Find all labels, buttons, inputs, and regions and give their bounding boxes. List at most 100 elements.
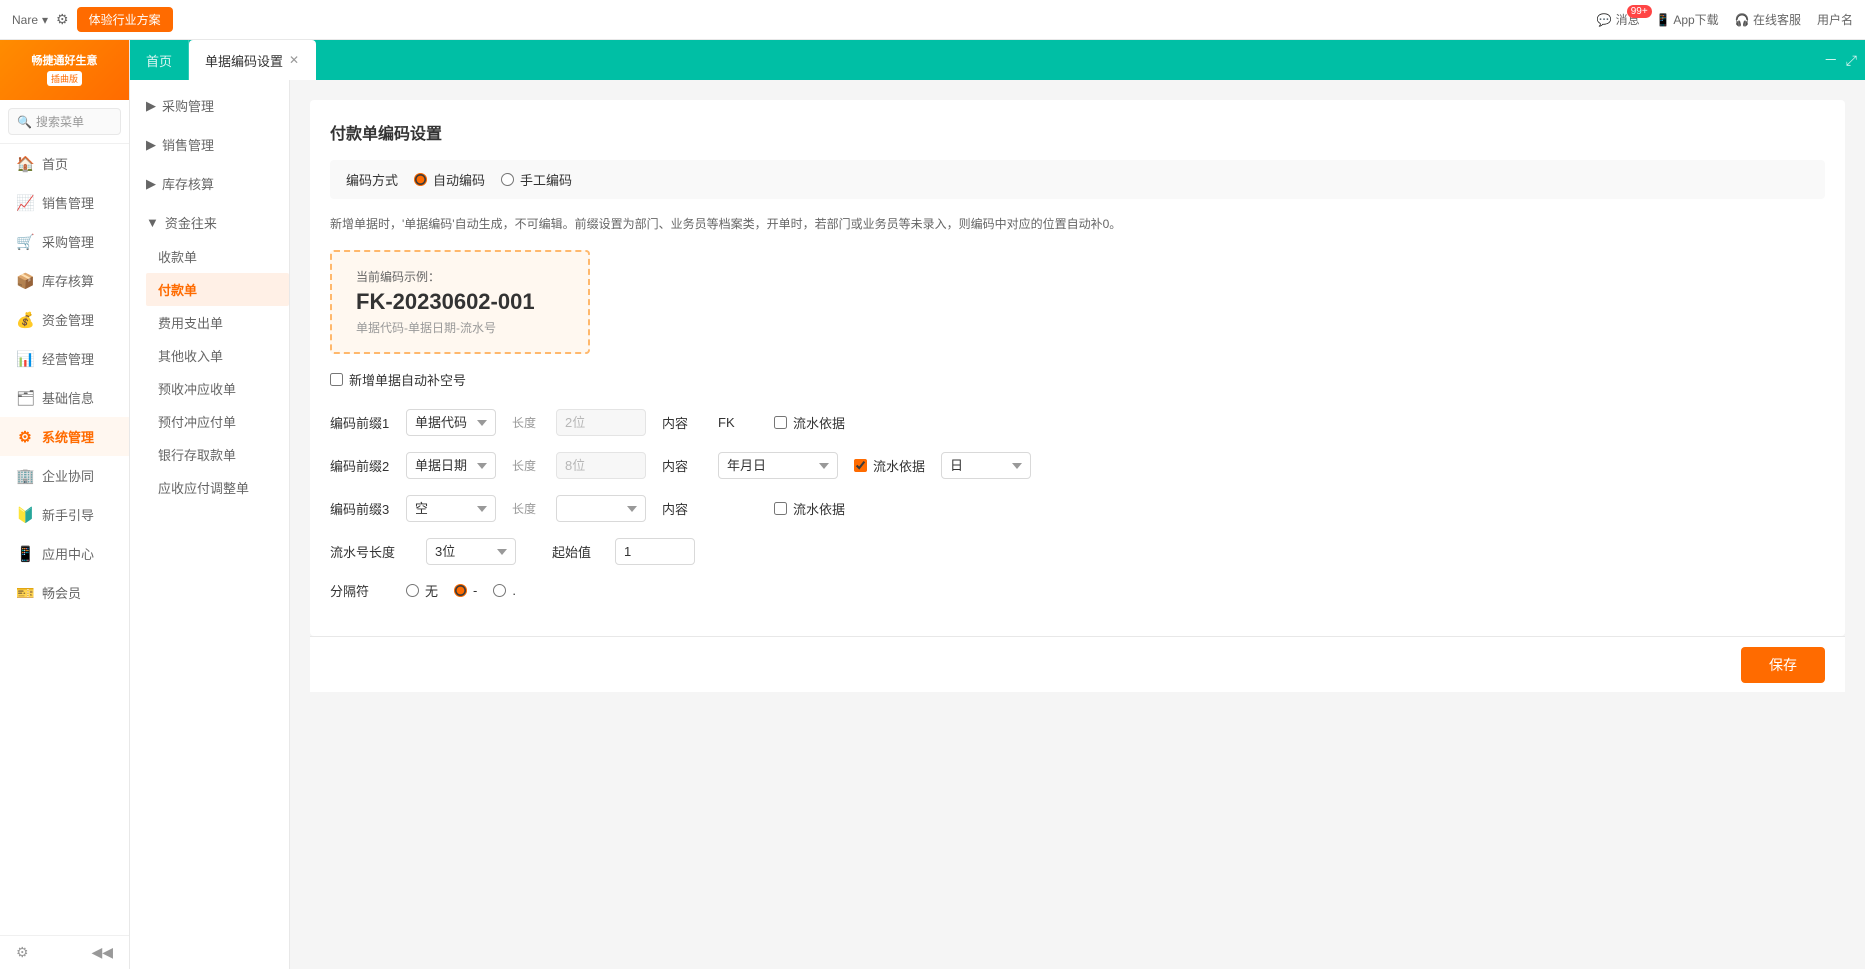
sidebar-item-enterprise[interactable]: 🏢 企业协同 bbox=[0, 456, 129, 495]
auto-fill-checkbox[interactable] bbox=[330, 373, 343, 386]
page-title: 付款单编码设置 bbox=[330, 120, 1825, 144]
sidebar-item-basic[interactable]: 🗂 基础信息 bbox=[0, 378, 129, 417]
sub-menu-item-payment[interactable]: 付款单 bbox=[146, 273, 289, 306]
tab-encoding-label: 单据编码设置 bbox=[205, 51, 283, 70]
separator-row: 分隔符 无 - . bbox=[330, 581, 1825, 600]
sidebar-item-finance[interactable]: 💰 资金管理 bbox=[0, 300, 129, 339]
sidebar-item-member[interactable]: 🎫 畅会员 bbox=[0, 573, 129, 612]
logo-text: 畅捷通好生意 bbox=[32, 54, 98, 69]
sidebar-item-guide[interactable]: 🔰 新手引导 bbox=[0, 495, 129, 534]
manual-encoding-radio[interactable]: 手工编码 bbox=[501, 170, 572, 189]
sidebar-label-basic: 基础信息 bbox=[42, 388, 94, 407]
prefix1-serial-input[interactable] bbox=[774, 416, 787, 429]
tab-maximize-icon[interactable]: ⤢ bbox=[1846, 52, 1857, 69]
sub-menu-header-purchase[interactable]: ▶ 采购管理 bbox=[130, 88, 289, 123]
breadcrumb-dropdown[interactable]: Nare ▾ bbox=[12, 13, 48, 27]
purchase-arrow-icon: ▶ bbox=[146, 98, 156, 114]
sidebar-item-sales[interactable]: 📈 销售管理 bbox=[0, 183, 129, 222]
info-text: 新增单据时，'单据编码'自动生成，不可编辑。前缀设置为部门、业务员等档案类，开单… bbox=[330, 215, 1825, 234]
prefix1-serial-checkbox[interactable]: 流水依据 bbox=[774, 413, 845, 432]
sidebar-logo: 畅捷通好生意 插曲版 bbox=[0, 40, 129, 100]
prefix2-serial-label: 流水依据 bbox=[873, 456, 925, 475]
sales-icon: 📈 bbox=[16, 194, 34, 212]
settings-icon[interactable]: ⚙ bbox=[56, 11, 69, 28]
messages-button[interactable]: 💬 消息 99+ bbox=[1597, 11, 1640, 28]
separator-none[interactable]: 无 bbox=[406, 581, 438, 600]
breadcrumb-text: Nare bbox=[12, 13, 38, 27]
auto-encoding-input[interactable] bbox=[414, 173, 427, 186]
prefix2-serial-unit-select[interactable]: 日 月 年 bbox=[941, 452, 1031, 479]
tab-encoding[interactable]: 单据编码设置 ✕ bbox=[189, 40, 316, 80]
separator-dash-input[interactable] bbox=[454, 584, 467, 597]
main-area: 首页 单据编码设置 ✕ － ⤢ ▶ 采购管理 bbox=[130, 40, 1865, 969]
auto-fill-row: 新增单据自动补空号 bbox=[330, 370, 1825, 389]
example-code: FK-20230602-001 bbox=[356, 289, 564, 315]
guide-icon: 🔰 bbox=[16, 506, 34, 524]
trial-button[interactable]: 体验行业方案 bbox=[77, 7, 173, 32]
sub-menu-item-receipt[interactable]: 收款单 bbox=[146, 240, 289, 273]
breadcrumb-chevron-icon: ▾ bbox=[42, 13, 48, 27]
sub-menu-item-other-income[interactable]: 其他收入单 bbox=[146, 339, 289, 372]
sidebar-item-operations[interactable]: 📊 经营管理 bbox=[0, 339, 129, 378]
tab-close-icon[interactable]: ✕ bbox=[289, 53, 299, 67]
download-icon: 📱 bbox=[1656, 13, 1671, 27]
sub-menu-item-adjustment[interactable]: 应收应付调整单 bbox=[146, 471, 289, 504]
prefix2-length-select[interactable]: 8位 bbox=[556, 452, 646, 479]
sidebar-item-system[interactable]: ⚙ 系统管理 bbox=[0, 417, 129, 456]
separator-dash[interactable]: - bbox=[454, 583, 477, 598]
sub-menu-inventory: ▶ 库存核算 bbox=[130, 166, 289, 201]
separator-none-input[interactable] bbox=[406, 584, 419, 597]
separator-radio-group: 无 - . bbox=[406, 581, 516, 600]
tab-bar-actions: － ⤢ bbox=[1816, 40, 1865, 80]
sub-menu-item-prepay-payable[interactable]: 预付冲应付单 bbox=[146, 405, 289, 438]
sub-menu-header-capital[interactable]: ▼ 资金往来 bbox=[130, 205, 289, 240]
sidebar-label-finance: 资金管理 bbox=[42, 310, 94, 329]
separator-dot-input[interactable] bbox=[493, 584, 506, 597]
prefix1-length-select[interactable]: 2位 bbox=[556, 409, 646, 436]
sub-menu-header-sales[interactable]: ▶ 销售管理 bbox=[130, 127, 289, 162]
tab-minimize-icon[interactable]: － bbox=[1824, 50, 1838, 70]
sub-menu-header-inventory[interactable]: ▶ 库存核算 bbox=[130, 166, 289, 201]
prefix3-serial-input[interactable] bbox=[774, 502, 787, 515]
save-button[interactable]: 保存 bbox=[1741, 647, 1825, 683]
prefix1-content-value: FK bbox=[718, 415, 758, 430]
sub-menu-item-prepay-receivable[interactable]: 预收冲应收单 bbox=[146, 372, 289, 405]
auto-encoding-radio[interactable]: 自动编码 bbox=[414, 170, 485, 189]
prefix2-serial-input[interactable] bbox=[854, 459, 867, 472]
top-bar-right: 💬 消息 99+ 📱 App下载 🎧 在线客服 用户名 bbox=[1597, 11, 1853, 28]
sub-menu-item-expense[interactable]: 费用支出单 bbox=[146, 306, 289, 339]
main-panel: 付款单编码设置 编码方式 自动编码 手工编码 bbox=[290, 80, 1865, 969]
prefix2-serial-checkbox[interactable]: 流水依据 bbox=[854, 456, 925, 475]
user-avatar[interactable]: 用户名 bbox=[1817, 11, 1853, 28]
sidebar-label-home: 首页 bbox=[42, 154, 68, 173]
online-service-button[interactable]: 🎧 在线客服 bbox=[1735, 11, 1801, 28]
manual-encoding-label: 手工编码 bbox=[520, 170, 572, 189]
footer-collapse-icon[interactable]: ◀◀ bbox=[91, 944, 113, 961]
search-menu-button[interactable]: 🔍 搜索菜单 bbox=[8, 108, 121, 135]
manual-encoding-input[interactable] bbox=[501, 173, 514, 186]
prefix3-length-select[interactable] bbox=[556, 495, 646, 522]
sub-menu-item-bank[interactable]: 银行存取款单 bbox=[146, 438, 289, 471]
prefix2-content-select[interactable]: 年月日 年月 年 bbox=[718, 452, 838, 479]
tab-home[interactable]: 首页 bbox=[130, 40, 189, 80]
sidebar-item-home[interactable]: 🏠 首页 bbox=[0, 144, 129, 183]
separator-dot[interactable]: . bbox=[493, 583, 516, 598]
sub-menu-sales-label: 销售管理 bbox=[162, 135, 214, 154]
footer-settings-icon[interactable]: ⚙ bbox=[16, 944, 29, 961]
sidebar-item-purchase[interactable]: 🛒 采购管理 bbox=[0, 222, 129, 261]
serial-length-select[interactable]: 3位 4位 5位 bbox=[426, 538, 516, 565]
auto-encoding-label: 自动编码 bbox=[433, 170, 485, 189]
prefix2-content-label: 内容 bbox=[662, 456, 702, 475]
sidebar-item-inventory[interactable]: 📦 库存核算 bbox=[0, 261, 129, 300]
encoding-settings-card: 付款单编码设置 编码方式 自动编码 手工编码 bbox=[310, 100, 1845, 636]
prefix3-select[interactable]: 空 单据代码 单据日期 部门 业务员 bbox=[406, 495, 496, 522]
home-icon: 🏠 bbox=[16, 155, 34, 173]
prefix3-serial-checkbox[interactable]: 流水依据 bbox=[774, 499, 845, 518]
sidebar-nav: 🏠 首页 📈 销售管理 🛒 采购管理 📦 库存核算 💰 资金管理 📊 经 bbox=[0, 144, 129, 935]
app-download-button[interactable]: 📱 App下载 bbox=[1656, 11, 1719, 28]
sidebar-item-apps[interactable]: 📱 应用中心 bbox=[0, 534, 129, 573]
prefix2-select[interactable]: 单据日期 单据代码 空 bbox=[406, 452, 496, 479]
start-value-input[interactable] bbox=[615, 538, 695, 565]
example-box: 当前编码示例： FK-20230602-001 单据代码-单据日期-流水号 bbox=[330, 250, 590, 354]
prefix1-select[interactable]: 单据代码 单据日期 空 部门 业务员 bbox=[406, 409, 496, 436]
